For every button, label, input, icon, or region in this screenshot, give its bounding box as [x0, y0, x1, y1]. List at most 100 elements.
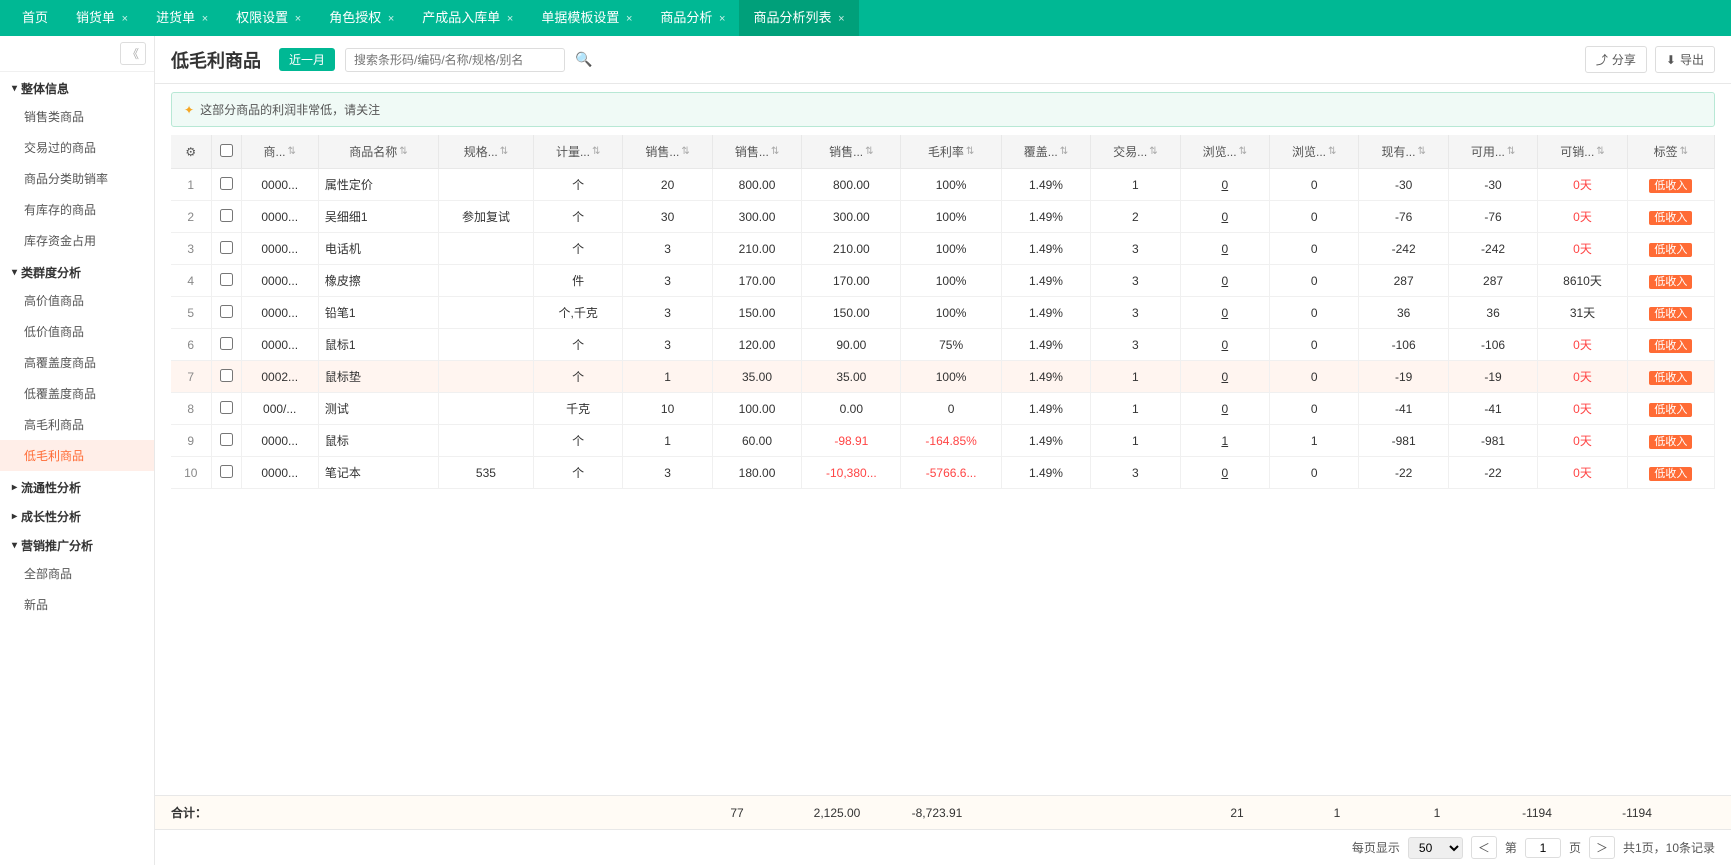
row-checkbox-0[interactable]	[211, 169, 241, 201]
sidebar-collapse-btn[interactable]: 《	[120, 42, 146, 65]
sidebar-group-growth[interactable]: ▸ 成长性分析	[0, 500, 154, 529]
total-info: 共1页，10条记录	[1623, 839, 1715, 856]
sidebar-item-high-margin[interactable]: 高毛利商品	[0, 409, 154, 440]
col-browse1-header[interactable]: 浏览...⇅	[1180, 135, 1269, 169]
nav-close-analysis[interactable]: ×	[719, 13, 725, 25]
row-checkbox-1[interactable]	[211, 201, 241, 233]
row-select-8[interactable]	[220, 433, 233, 446]
sidebar-group-liquidity[interactable]: ▸ 流通性分析	[0, 471, 154, 500]
row-checkbox-9[interactable]	[211, 457, 241, 489]
row-select-0[interactable]	[220, 177, 233, 190]
col-settings[interactable]: ⚙	[171, 135, 211, 169]
sidebar-item-sales-goods[interactable]: 销售类商品	[0, 101, 154, 132]
row-browse1-4[interactable]: 0	[1180, 297, 1269, 329]
row-select-4[interactable]	[220, 305, 233, 318]
col-available-header[interactable]: 可用...⇅	[1448, 135, 1537, 169]
nav-role-auth[interactable]: 角色授权 ×	[315, 0, 408, 36]
row-select-9[interactable]	[220, 465, 233, 478]
col-unit-header[interactable]: 计量...⇅	[533, 135, 622, 169]
settings-icon[interactable]: ⚙	[185, 145, 196, 159]
col-browse2-header[interactable]: 浏览...⇅	[1270, 135, 1359, 169]
row-browse1-8[interactable]: 1	[1180, 425, 1269, 457]
row-browse1-7[interactable]: 0	[1180, 393, 1269, 425]
sidebar-group-cluster[interactable]: ▾ 类群度分析	[0, 256, 154, 285]
nav-close-inbound[interactable]: ×	[507, 13, 513, 25]
row-sellable-3: 8610天	[1538, 265, 1627, 297]
row-checkbox-4[interactable]	[211, 297, 241, 329]
row-browse1-1[interactable]: 0	[1180, 201, 1269, 233]
row-select-1[interactable]	[220, 209, 233, 222]
sidebar-item-traded-goods[interactable]: 交易过的商品	[0, 132, 154, 163]
nav-home[interactable]: 首页	[8, 0, 62, 36]
nav-template[interactable]: 单据模板设置 ×	[527, 0, 646, 36]
row-browse1-2[interactable]: 0	[1180, 233, 1269, 265]
col-trade-header[interactable]: 交易...⇅	[1091, 135, 1180, 169]
per-page-select[interactable]: 50 100	[1408, 837, 1463, 859]
sidebar-group-marketing[interactable]: ▾ 营销推广分析	[0, 529, 154, 558]
sidebar-item-new-goods[interactable]: 新品	[0, 589, 154, 620]
nav-close-permission[interactable]: ×	[295, 13, 301, 25]
col-spec-header[interactable]: 规格...⇅	[438, 135, 533, 169]
sidebar-item-stock-capital[interactable]: 库存资金占用	[0, 225, 154, 256]
nav-purchase-order[interactable]: 进货单 ×	[142, 0, 222, 36]
col-name-header[interactable]: 商品名称⇅	[318, 135, 438, 169]
row-select-6[interactable]	[220, 369, 233, 382]
row-checkbox-5[interactable]	[211, 329, 241, 361]
nav-close-template[interactable]: ×	[626, 13, 632, 25]
page-input[interactable]	[1525, 838, 1561, 858]
col-code-header[interactable]: 商...⇅	[241, 135, 318, 169]
nav-goods-analysis[interactable]: 商品分析 ×	[646, 0, 739, 36]
sidebar-item-high-coverage[interactable]: 高覆盖度商品	[0, 347, 154, 378]
nav-close-sales[interactable]: ×	[122, 13, 128, 25]
col-current-header[interactable]: 现有...⇅	[1359, 135, 1448, 169]
sidebar-item-category-rate[interactable]: 商品分类助销率	[0, 163, 154, 194]
row-browse1-3[interactable]: 0	[1180, 265, 1269, 297]
col-sellable-header[interactable]: 可销...⇅	[1538, 135, 1627, 169]
col-browse2-label: 浏览...	[1292, 143, 1326, 160]
select-all-checkbox[interactable]	[220, 144, 233, 157]
nav-sales-order[interactable]: 销货单 ×	[62, 0, 142, 36]
row-checkbox-8[interactable]	[211, 425, 241, 457]
sidebar-item-low-value[interactable]: 低价值商品	[0, 316, 154, 347]
time-filter-btn[interactable]: 近一月	[279, 48, 335, 71]
col-amount-header[interactable]: 销售...⇅	[712, 135, 801, 169]
row-coverage-9: 1.49%	[1001, 457, 1090, 489]
nav-product-inbound[interactable]: 产成品入库单 ×	[408, 0, 527, 36]
row-checkbox-3[interactable]	[211, 265, 241, 297]
nav-goods-analysis-list[interactable]: 商品分析列表 ×	[739, 0, 858, 36]
sidebar-item-high-value[interactable]: 高价值商品	[0, 285, 154, 316]
row-available-8: -981	[1448, 425, 1537, 457]
sidebar-item-low-margin[interactable]: 低毛利商品	[0, 440, 154, 471]
search-input[interactable]	[345, 48, 565, 72]
col-profit-header[interactable]: 销售...⇅	[802, 135, 901, 169]
prev-page-btn[interactable]: ＜	[1471, 836, 1497, 859]
row-browse1-6[interactable]: 0	[1180, 361, 1269, 393]
row-checkbox-6[interactable]	[211, 361, 241, 393]
nav-close-purchase[interactable]: ×	[202, 13, 208, 25]
row-checkbox-7[interactable]	[211, 393, 241, 425]
row-select-3[interactable]	[220, 273, 233, 286]
row-available-0: -30	[1448, 169, 1537, 201]
col-tag-header[interactable]: 标签⇅	[1627, 135, 1714, 169]
row-select-2[interactable]	[220, 241, 233, 254]
row-checkbox-2[interactable]	[211, 233, 241, 265]
row-browse1-5[interactable]: 0	[1180, 329, 1269, 361]
col-qty-header[interactable]: 销售...⇅	[623, 135, 712, 169]
row-select-5[interactable]	[220, 337, 233, 350]
col-coverage-header[interactable]: 覆盖...⇅	[1001, 135, 1090, 169]
nav-close-role[interactable]: ×	[388, 13, 394, 25]
nav-permission[interactable]: 权限设置 ×	[222, 0, 315, 36]
export-btn[interactable]: ⬇ 导出	[1655, 46, 1715, 73]
sidebar-group-overall[interactable]: ▾ 整体信息	[0, 72, 154, 101]
sidebar-item-all-goods[interactable]: 全部商品	[0, 558, 154, 589]
col-margin-header[interactable]: 毛利率⇅	[901, 135, 1001, 169]
sidebar-item-in-stock[interactable]: 有库存的商品	[0, 194, 154, 225]
share-btn[interactable]: ⤴ 分享	[1585, 46, 1647, 73]
search-icon[interactable]: 🔍	[575, 51, 592, 68]
row-browse1-9[interactable]: 0	[1180, 457, 1269, 489]
row-select-7[interactable]	[220, 401, 233, 414]
sidebar-item-low-coverage[interactable]: 低覆盖度商品	[0, 378, 154, 409]
row-browse1-0[interactable]: 0	[1180, 169, 1269, 201]
nav-close-analysis-list[interactable]: ×	[838, 13, 844, 25]
next-page-btn[interactable]: ＞	[1589, 836, 1615, 859]
